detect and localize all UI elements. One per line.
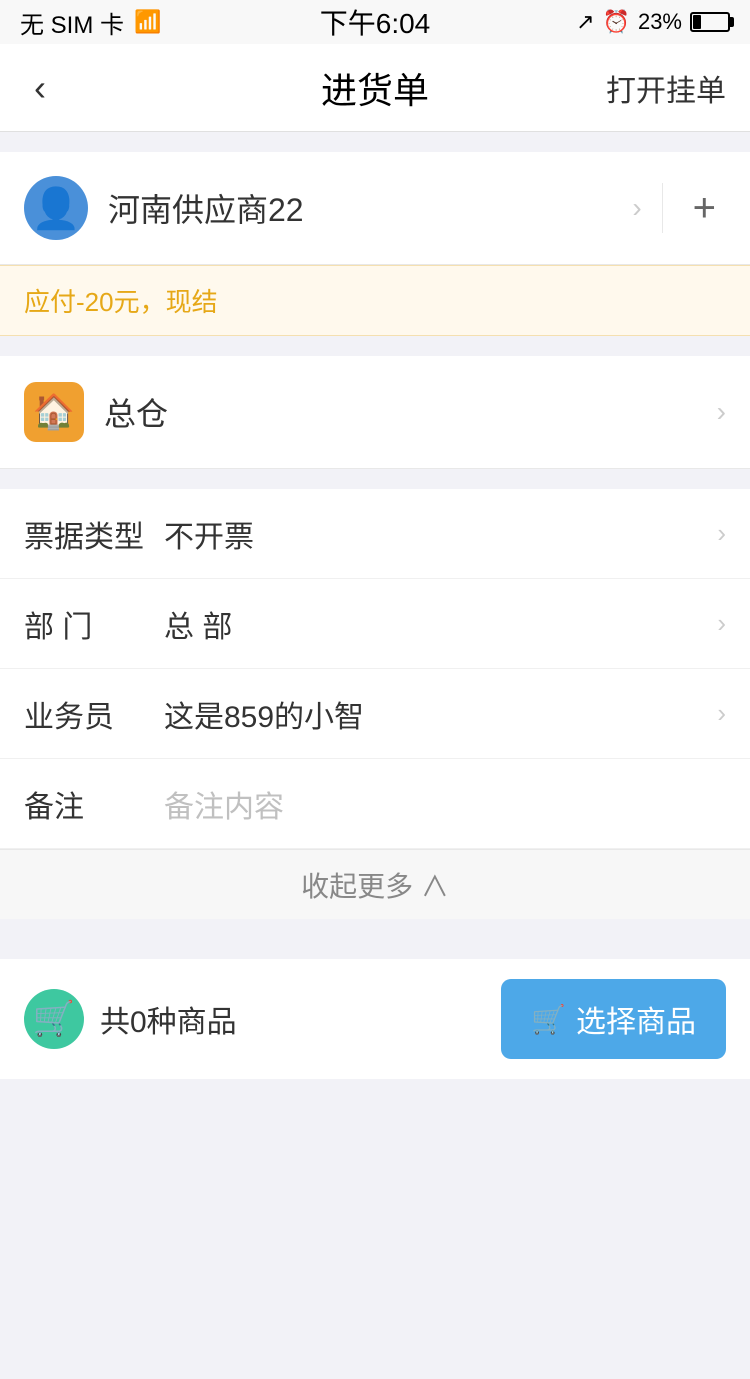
department-chevron-icon: › xyxy=(717,608,726,639)
carrier-text: 无 SIM 卡 xyxy=(20,5,124,40)
status-time: 下午6:04 xyxy=(320,2,431,42)
salesperson-row[interactable]: 业务员 这是859的小智 › xyxy=(0,669,750,759)
battery-icon xyxy=(690,12,730,32)
supplier-row[interactable]: 👤 河南供应商22 › + xyxy=(0,152,750,265)
select-product-label: 选择商品 xyxy=(576,997,696,1041)
supplier-name: 河南供应商22 xyxy=(108,185,632,231)
notice-banner: 应付-20元，现结 xyxy=(0,265,750,336)
remark-input[interactable]: 备注内容 xyxy=(164,782,726,826)
warehouse-name: 总仓 xyxy=(104,389,717,435)
alarm-icon: ⏰ xyxy=(603,9,630,35)
section-gap-4 xyxy=(0,919,750,939)
battery-percentage: 23% xyxy=(638,9,682,35)
select-product-cart-icon: 🛒 xyxy=(531,1003,566,1036)
remark-row[interactable]: 备注 备注内容 xyxy=(0,759,750,849)
page-title: 进货单 xyxy=(321,62,429,114)
collapse-label: 收起更多 ∧ xyxy=(301,865,449,905)
invoice-type-row[interactable]: 票据类型 不开票 › xyxy=(0,489,750,579)
warehouse-row[interactable]: 🏠 总仓 › xyxy=(0,356,750,469)
collapse-row[interactable]: 收起更多 ∧ xyxy=(0,849,750,919)
back-button[interactable]: ‹ xyxy=(24,57,56,119)
supplier-chevron-icon: › xyxy=(632,192,641,224)
notice-text: 应付-20元，现结 xyxy=(24,287,218,317)
form-section: 票据类型 不开票 › 部 门 总 部 › 业务员 这是859的小智 › 备注 备… xyxy=(0,489,750,849)
add-supplier-button[interactable]: + xyxy=(683,186,726,231)
warehouse-icon-wrap: 🏠 xyxy=(24,382,84,442)
invoice-type-label: 票据类型 xyxy=(24,512,164,556)
divider-vertical xyxy=(662,183,663,233)
product-bar: 🛒 共0种商品 🛒 选择商品 xyxy=(0,959,750,1079)
nav-bar: ‹ 进货单 打开挂单 xyxy=(0,44,750,132)
salesperson-label: 业务员 xyxy=(24,692,164,736)
product-icon-wrap: 🛒 xyxy=(24,989,84,1049)
product-count-text: 共0种商品 xyxy=(100,997,501,1041)
status-left: 无 SIM 卡 📶 xyxy=(20,5,161,40)
invoice-type-chevron-icon: › xyxy=(717,518,726,549)
wifi-icon: 📶 xyxy=(134,9,161,35)
remark-label: 备注 xyxy=(24,782,164,826)
select-product-button[interactable]: 🛒 选择商品 xyxy=(501,979,726,1059)
status-bar: 无 SIM 卡 📶 下午6:04 ↗ ⏰ 23% xyxy=(0,0,750,44)
warehouse-chevron-icon: › xyxy=(717,396,726,428)
supplier-section: 👤 河南供应商22 › + 应付-20元，现结 xyxy=(0,152,750,336)
salesperson-chevron-icon: › xyxy=(717,698,726,729)
location-icon: ↗ xyxy=(576,9,594,35)
department-row[interactable]: 部 门 总 部 › xyxy=(0,579,750,669)
salesperson-value: 这是859的小智 xyxy=(164,692,717,736)
supplier-avatar: 👤 xyxy=(24,176,88,240)
page-bg-fill xyxy=(0,1079,750,1379)
warehouse-section: 🏠 总仓 › xyxy=(0,356,750,469)
section-gap-3 xyxy=(0,469,750,489)
invoice-type-value: 不开票 xyxy=(164,512,717,556)
open-pending-button[interactable]: 打开挂单 xyxy=(606,66,726,110)
section-gap-1 xyxy=(0,132,750,152)
department-value: 总 部 xyxy=(164,602,717,646)
section-gap-2 xyxy=(0,336,750,356)
department-label: 部 门 xyxy=(24,602,164,646)
status-right: ↗ ⏰ 23% xyxy=(576,9,730,35)
